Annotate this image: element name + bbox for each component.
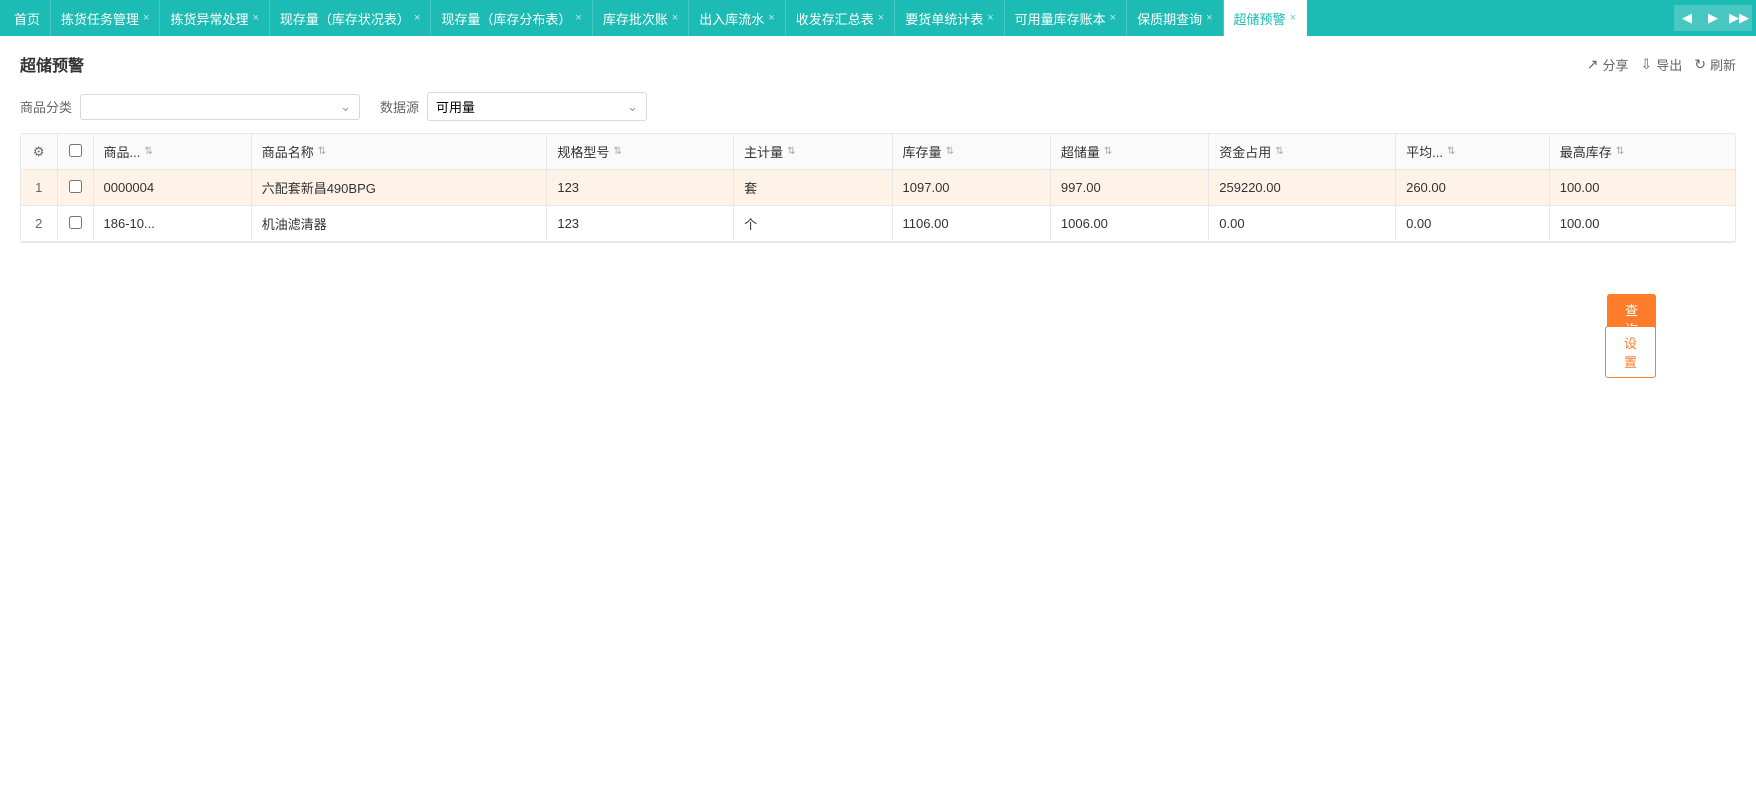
close-icon[interactable]: ×	[1110, 12, 1116, 24]
max-stock-cell: 100.00	[1549, 206, 1735, 242]
th-spec[interactable]: 规格型号 ⇅	[547, 134, 734, 170]
settings-column-header: ⚙	[21, 134, 57, 170]
select-all-checkbox[interactable]	[69, 144, 82, 157]
th-over-stock[interactable]: 超储量 ⇅	[1050, 134, 1208, 170]
th-product-name[interactable]: 商品名称 ⇅	[251, 134, 547, 170]
nav-arrows: ◀ ▶ ▶▶	[1674, 5, 1752, 31]
unit-cell: 个	[734, 206, 892, 242]
header-actions: ↗ 分享 ⇩ 导出 ↻ 刷新	[1587, 55, 1736, 74]
close-icon[interactable]: ×	[987, 12, 993, 24]
nav-tab-home[interactable]: 首页	[4, 0, 51, 36]
sort-icon: ⇅	[1616, 146, 1624, 157]
th-product-code[interactable]: 商品... ⇅	[93, 134, 251, 170]
th-unit[interactable]: 主计量 ⇅	[734, 134, 892, 170]
unit-cell: 套	[734, 170, 892, 206]
nav-tab-requisition[interactable]: 要货单统计表 ×	[895, 0, 1004, 36]
close-icon[interactable]: ×	[1290, 12, 1296, 24]
product-code-cell: 186-10...	[93, 206, 251, 242]
close-icon[interactable]: ×	[768, 12, 774, 24]
sort-icon: ⇅	[613, 146, 621, 157]
sort-icon: ⇅	[1104, 146, 1112, 157]
page-header: 超储预警 ↗ 分享 ⇩ 导出 ↻ 刷新	[20, 52, 1736, 76]
table-row: 2 186-10... 机油滤清器 123 个 1106.00 1006.00 …	[21, 206, 1735, 242]
sort-icon: ⇅	[1275, 146, 1283, 157]
th-stock[interactable]: 库存量 ⇅	[892, 134, 1050, 170]
datasource-filter: 数据源 可用量 ⌄	[380, 92, 647, 121]
chevron-down-icon: ⌄	[627, 99, 638, 115]
sort-icon: ⇅	[318, 146, 326, 157]
share-icon: ↗	[1587, 56, 1599, 73]
export-icon: ⇩	[1641, 56, 1653, 73]
datasource-label: 数据源	[380, 97, 419, 116]
close-icon[interactable]: ×	[878, 12, 884, 24]
refresh-icon: ↻	[1694, 56, 1706, 73]
capital-cell: 259220.00	[1209, 170, 1396, 206]
row-checkbox[interactable]	[69, 180, 82, 193]
max-stock-cell: 100.00	[1549, 170, 1735, 206]
nav-tab-task[interactable]: 拣货任务管理 ×	[51, 0, 160, 36]
refresh-button[interactable]: ↻ 刷新	[1694, 55, 1736, 74]
table-row: 1 0000004 六配套新昌490BPG 123 套 1097.00 997.…	[21, 170, 1735, 206]
row-num-cell: 2	[21, 206, 57, 242]
nav-tab-available[interactable]: 可用量库存账本 ×	[1005, 0, 1127, 36]
nav-tab-stock-dist[interactable]: 现存量（库存分布表） ×	[431, 0, 592, 36]
nav-next-button[interactable]: ▶	[1700, 5, 1726, 31]
th-max-stock[interactable]: 最高库存 ⇅	[1549, 134, 1735, 170]
stock-cell: 1106.00	[892, 206, 1050, 242]
set-button[interactable]: 设置	[1605, 326, 1656, 378]
close-icon[interactable]: ×	[143, 12, 149, 24]
close-icon[interactable]: ×	[252, 12, 258, 24]
top-navigation: 首页 拣货任务管理 × 拣货异常处理 × 现存量（库存状况表） × 现存量（库存…	[0, 0, 1756, 36]
nav-prev-button[interactable]: ◀	[1674, 5, 1700, 31]
avg-cell: 0.00	[1396, 206, 1550, 242]
category-select[interactable]: ⌄	[80, 94, 360, 120]
sort-icon: ⇅	[946, 146, 954, 157]
row-checkbox-cell	[57, 206, 93, 242]
over-stock-cell: 1006.00	[1050, 206, 1208, 242]
gear-icon[interactable]: ⚙	[33, 144, 45, 159]
row-checkbox-cell	[57, 170, 93, 206]
close-icon[interactable]: ×	[1206, 12, 1212, 24]
table-header-row: ⚙ 商品... ⇅ 商品名称 ⇅	[21, 134, 1735, 170]
product-name-cell: 六配套新昌490BPG	[251, 170, 547, 206]
capital-cell: 0.00	[1209, 206, 1396, 242]
product-name-cell: 机油滤清器	[251, 206, 547, 242]
export-button[interactable]: ⇩ 导出	[1641, 55, 1683, 74]
spec-cell: 123	[547, 206, 734, 242]
nav-tab-batch[interactable]: 库存批次账 ×	[593, 0, 689, 36]
data-table: ⚙ 商品... ⇅ 商品名称 ⇅	[20, 133, 1736, 243]
category-label: 商品分类	[20, 97, 72, 116]
sort-icon: ⇅	[787, 146, 795, 157]
nav-more-button[interactable]: ▶▶	[1726, 5, 1752, 31]
close-icon[interactable]: ×	[672, 12, 678, 24]
th-avg[interactable]: 平均... ⇅	[1396, 134, 1550, 170]
share-button[interactable]: ↗ 分享	[1587, 55, 1629, 74]
datasource-value: 可用量	[436, 97, 475, 116]
spec-cell: 123	[547, 170, 734, 206]
close-icon[interactable]: ×	[414, 12, 420, 24]
datasource-select[interactable]: 可用量 ⌄	[427, 92, 647, 121]
avg-cell: 260.00	[1396, 170, 1550, 206]
nav-tab-summary[interactable]: 收发存汇总表 ×	[786, 0, 895, 36]
nav-tab-expiry[interactable]: 保质期查询 ×	[1127, 0, 1223, 36]
page-content: 超储预警 ↗ 分享 ⇩ 导出 ↻ 刷新 商品分类 ⌄ 数据源	[0, 36, 1756, 800]
stock-cell: 1097.00	[892, 170, 1050, 206]
category-filter: 商品分类 ⌄	[20, 94, 360, 120]
sort-icon: ⇅	[1447, 146, 1455, 157]
over-stock-cell: 997.00	[1050, 170, 1208, 206]
page-title: 超储预警	[20, 52, 84, 76]
nav-tab-inout[interactable]: 出入库流水 ×	[689, 0, 785, 36]
checkbox-column-header	[57, 134, 93, 170]
close-icon[interactable]: ×	[575, 12, 581, 24]
sort-icon: ⇅	[144, 146, 152, 157]
th-capital[interactable]: 资金占用 ⇅	[1209, 134, 1396, 170]
filter-row: 商品分类 ⌄ 数据源 可用量 ⌄	[20, 92, 1736, 121]
row-checkbox[interactable]	[69, 216, 82, 229]
product-code-cell: 0000004	[93, 170, 251, 206]
chevron-down-icon: ⌄	[340, 99, 351, 115]
nav-tab-stock-status[interactable]: 现存量（库存状况表） ×	[270, 0, 431, 36]
nav-tab-exception[interactable]: 拣货异常处理 ×	[160, 0, 269, 36]
nav-tab-overstock[interactable]: 超储预警 ×	[1224, 0, 1307, 36]
row-num-cell: 1	[21, 170, 57, 206]
